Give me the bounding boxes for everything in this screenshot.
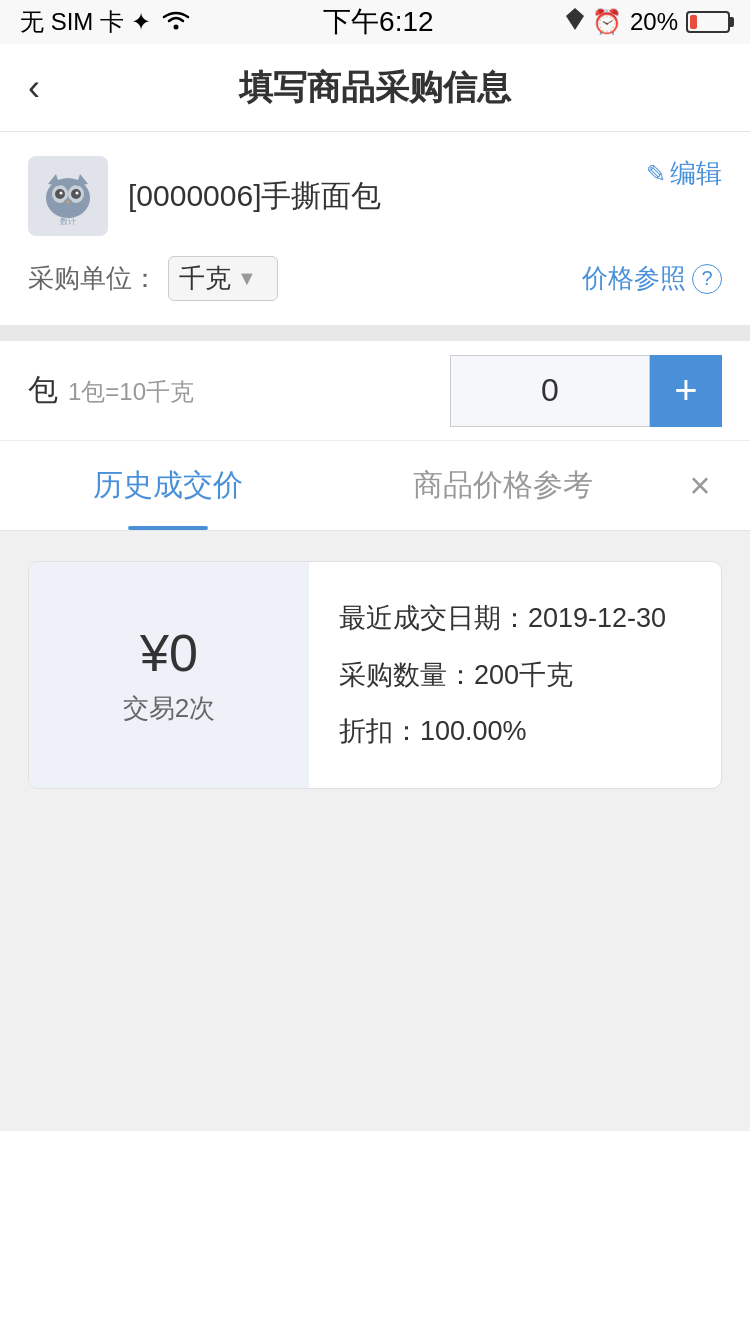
battery-percent: 20% [630,8,678,36]
tab-history-price[interactable]: 历史成交价 [0,441,335,530]
status-time: 下午6:12 [323,3,434,41]
content-area: ¥0 交易2次 最近成交日期：2019-12-30 采购数量：200千克 折扣：… [0,531,750,1131]
svg-text:数计: 数计 [60,217,76,226]
back-button[interactable]: ‹ [28,67,40,109]
unit-value: 千克 [179,261,231,296]
page-title: 填写商品采购信息 [239,65,511,111]
product-card: 数计 [0000006]手撕面包 ✎ 编辑 采购单位： 千克 ▼ 价格参照 ? [0,132,750,325]
history-card-left: ¥0 交易2次 [29,562,309,788]
quantity-row: 包 1包=10千克 + [0,341,750,441]
purchase-quantity-value: 200千克 [474,660,573,690]
battery-fill [690,15,697,29]
info-icon: ? [692,264,722,294]
product-left: 数计 [0000006]手撕面包 [28,156,381,236]
price-reference-link[interactable]: 价格参照 ? [582,261,722,296]
recent-date-value: 2019-12-30 [528,603,666,633]
tabs-bar: 历史成交价 商品价格参考 × [0,441,750,531]
quantity-conversion: 1包=10千克 [68,376,194,408]
quantity-input-group: + [450,355,722,427]
product-header: 数计 [0000006]手撕面包 ✎ 编辑 [28,156,722,236]
quantity-input[interactable] [450,355,650,427]
unit-row: 采购单位： 千克 ▼ [28,256,278,301]
tab-active-indicator [128,526,208,530]
tab-product-reference[interactable]: 商品价格参考 [335,441,670,530]
section-divider [0,325,750,341]
discount-value: 100.00% [420,716,527,746]
unit-dropdown-arrow: ▼ [237,267,257,290]
recent-date-label: 最近成交日期： [339,603,528,633]
recent-date-row: 最近成交日期：2019-12-30 [339,598,691,639]
product-thumbnail: 数计 [28,156,108,236]
quantity-unit-label: 包 [28,370,58,411]
tab-history-label: 历史成交价 [93,465,243,506]
svg-marker-11 [76,174,88,186]
quantity-left: 包 1包=10千克 [28,370,194,411]
status-bar: 无 SIM 卡 ✦ 下午6:12 ⏰ 20% [0,0,750,44]
bottom-area [0,1131,750,1334]
product-name: [0000006]手撕面包 [128,176,381,217]
edit-button[interactable]: ✎ 编辑 [646,156,722,191]
edit-label: 编辑 [670,156,722,191]
history-price: ¥0 [140,623,198,683]
svg-marker-10 [48,174,60,186]
unit-select[interactable]: 千克 ▼ [168,256,278,301]
battery-icon [686,11,730,33]
purchase-quantity-row: 采购数量：200千克 [339,655,691,696]
quantity-plus-button[interactable]: + [650,355,722,427]
edit-icon: ✎ [646,160,666,188]
tab-reference-label: 商品价格参考 [413,465,593,506]
owl-logo-icon: 数计 [38,166,98,226]
status-left: 无 SIM 卡 ✦ [20,6,191,38]
svg-point-0 [173,25,178,30]
svg-point-7 [76,192,79,195]
wifi-icon [161,8,191,36]
close-button[interactable]: × [670,456,730,516]
discount-label: 折扣： [339,716,420,746]
price-ref-label: 价格参照 [582,261,686,296]
product-footer: 采购单位： 千克 ▼ 价格参照 ? [28,256,722,301]
history-card: ¥0 交易2次 最近成交日期：2019-12-30 采购数量：200千克 折扣：… [28,561,722,789]
status-right: ⏰ 20% [566,8,730,36]
discount-row: 折扣：100.00% [339,711,691,752]
unit-text-label: 采购单位： [28,261,158,296]
location-icon [566,8,584,36]
purchase-quantity-label: 采购数量： [339,660,474,690]
history-times: 交易2次 [123,691,215,726]
history-card-right: 最近成交日期：2019-12-30 采购数量：200千克 折扣：100.00% [309,562,721,788]
alarm-icon: ⏰ [592,8,622,36]
svg-point-6 [60,192,63,195]
nav-bar: ‹ 填写商品采购信息 [0,44,750,132]
no-sim-label: 无 SIM 卡 ✦ [20,6,151,38]
